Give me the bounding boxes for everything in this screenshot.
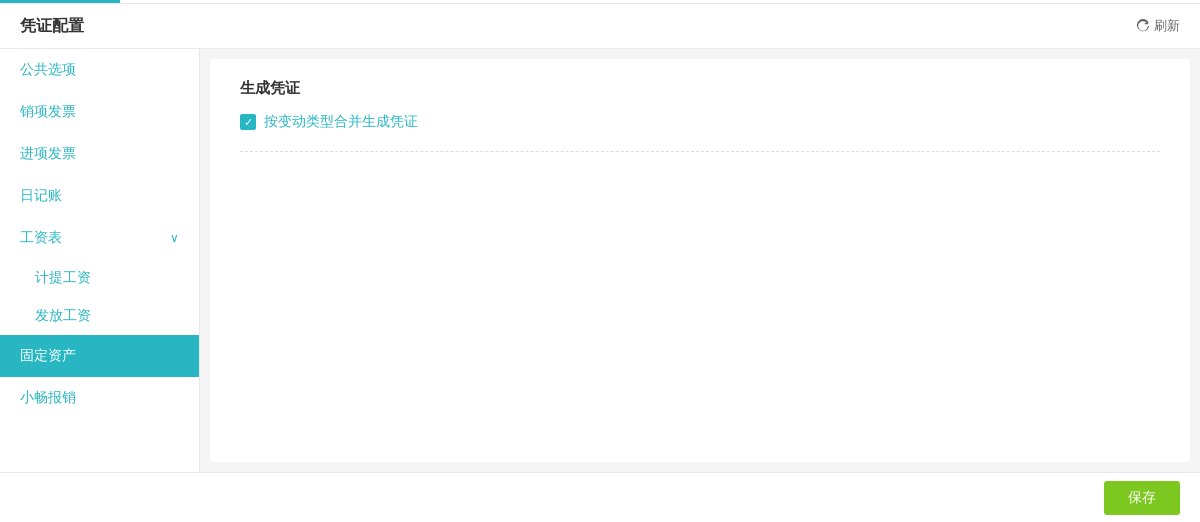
refresh-button[interactable]: 刷新 <box>1136 17 1180 35</box>
page-footer: 保存 <box>0 472 1200 522</box>
sidebar-item-label: 小畅报销 <box>20 389 76 407</box>
refresh-label: 刷新 <box>1154 17 1180 35</box>
sidebar-item-public[interactable]: 公共选项 <box>0 49 199 91</box>
sidebar-item-calculate-payroll[interactable]: 计提工资 <box>0 259 199 297</box>
sidebar: 公共选项 销项发票 进项发票 日记账 工资表 ∨ 计提工资 发放工资 固定资 <box>0 49 200 472</box>
checkbox-row[interactable]: 按变动类型合并生成凭证 <box>240 113 1160 131</box>
sidebar-item-label: 进项发票 <box>20 145 76 163</box>
checkbox-label: 按变动类型合并生成凭证 <box>264 113 418 131</box>
main-layout: 公共选项 销项发票 进项发票 日记账 工资表 ∨ 计提工资 发放工资 固定资 <box>0 49 1200 472</box>
refresh-icon <box>1136 19 1150 33</box>
sidebar-item-label: 计提工资 <box>35 269 91 285</box>
sidebar-item-label: 发放工资 <box>35 307 91 323</box>
page-title: 凭证配置 <box>20 16 84 37</box>
sidebar-item-distribute-payroll[interactable]: 发放工资 <box>0 297 199 335</box>
sidebar-item-label: 销项发票 <box>20 103 76 121</box>
sidebar-item-expense[interactable]: 小畅报销 <box>0 377 199 419</box>
sidebar-item-sales-invoice[interactable]: 销项发票 <box>0 91 199 133</box>
sidebar-item-payroll[interactable]: 工资表 ∨ <box>0 217 199 259</box>
sidebar-item-fixed-assets[interactable]: 固定资产 <box>0 335 199 377</box>
page-header: 凭证配置 刷新 <box>0 4 1200 49</box>
save-button[interactable]: 保存 <box>1104 481 1180 515</box>
sidebar-item-label: 工资表 <box>20 229 62 247</box>
section-divider <box>240 151 1160 152</box>
sidebar-item-label: 日记账 <box>20 187 62 205</box>
sidebar-item-purchase-invoice[interactable]: 进项发票 <box>0 133 199 175</box>
section-title: 生成凭证 <box>240 79 1160 98</box>
sidebar-item-journal[interactable]: 日记账 <box>0 175 199 217</box>
content-area: 生成凭证 按变动类型合并生成凭证 <box>210 59 1190 462</box>
sidebar-item-label: 固定资产 <box>20 347 76 365</box>
merge-checkbox[interactable] <box>240 114 256 130</box>
chevron-down-icon: ∨ <box>170 231 179 245</box>
sidebar-item-label: 公共选项 <box>20 61 76 79</box>
page-wrapper: 凭证配置 刷新 公共选项 销项发票 进项发票 日记账 <box>0 0 1200 522</box>
